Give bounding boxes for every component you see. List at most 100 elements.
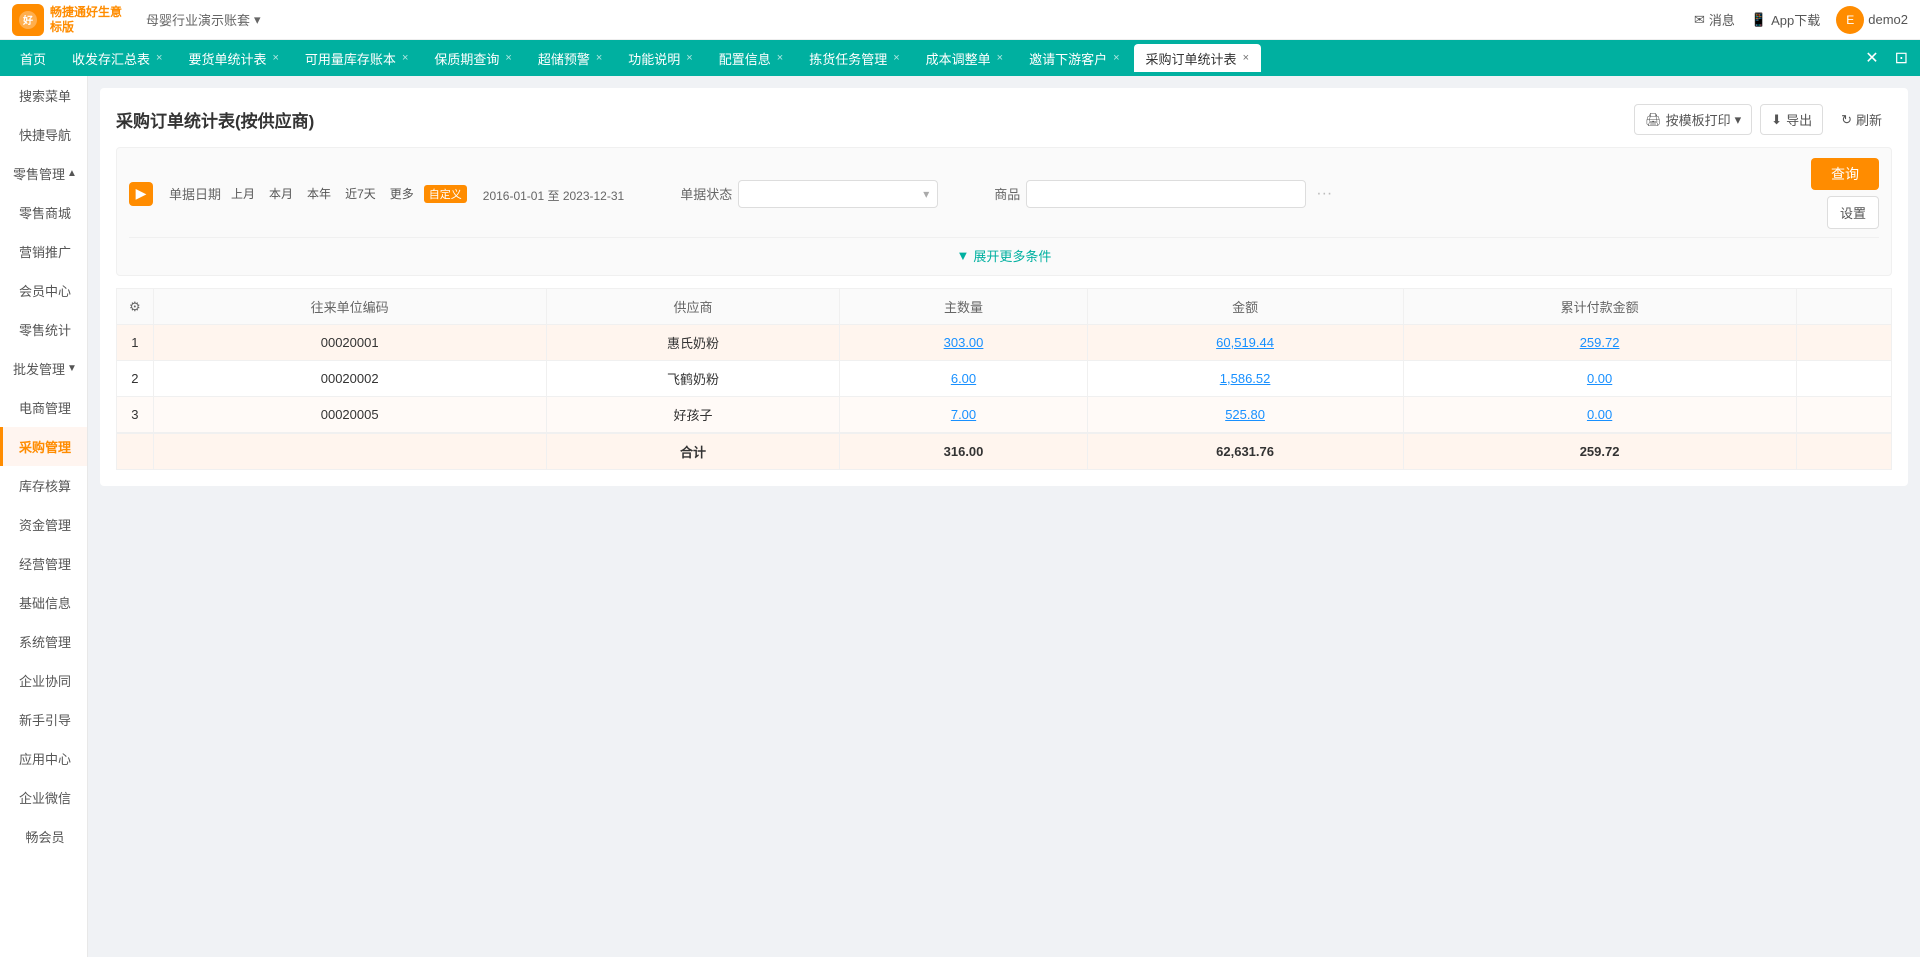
tab-active[interactable]: 采购订单统计表 × — [1134, 44, 1261, 72]
close-icon[interactable]: × — [997, 52, 1003, 64]
sidebar-item-search[interactable]: 搜索菜单 — [0, 76, 87, 115]
row-index-2: 2 — [117, 361, 154, 397]
tab-10[interactable]: 邀请下游客户 × — [1017, 44, 1131, 72]
message-button[interactable]: ✉ 消息 — [1694, 10, 1735, 29]
sidebar-item-marketing[interactable]: 营销推广 — [0, 232, 87, 271]
row-extra-2 — [1796, 361, 1891, 397]
th-code: 往来单位编码 — [153, 289, 546, 325]
filter-collapse-button[interactable]: ▶ — [129, 182, 153, 206]
sidebar-item-wechat-work[interactable]: 企业微信 — [0, 778, 87, 817]
close-icon[interactable]: × — [272, 52, 278, 64]
layout: 搜索菜单 快捷导航 零售管理 ▲ 零售商城 营销推广 会员中心 零售统计 批发管… — [0, 76, 1920, 957]
user-area[interactable]: E demo2 — [1836, 6, 1908, 34]
page-title: 采购订单统计表(按供应商) — [116, 107, 314, 132]
row-qty-2[interactable]: 6.00 — [951, 371, 976, 386]
sidebar-item-wholesale[interactable]: 批发管理 ▼ — [0, 349, 87, 388]
app-download-button[interactable]: 📱 App下载 — [1751, 10, 1820, 29]
close-icon[interactable]: × — [402, 52, 408, 64]
svg-text:好: 好 — [22, 14, 33, 27]
close-icon[interactable]: × — [156, 52, 162, 64]
sidebar-item-enterprise[interactable]: 企业协同 — [0, 661, 87, 700]
tab-4[interactable]: 保质期查询 × — [422, 44, 523, 72]
th-extra — [1796, 289, 1891, 325]
row-amount-3[interactable]: 525.80 — [1225, 407, 1265, 422]
row-paid-3[interactable]: 0.00 — [1587, 407, 1612, 422]
row-paid-2[interactable]: 0.00 — [1587, 371, 1612, 386]
row-extra-1 — [1796, 325, 1891, 361]
tab-home[interactable]: 首页 — [8, 44, 58, 72]
table-row: 2 00020002 飞鹤奶粉 6.00 1,586.52 0.00 — [117, 361, 1892, 397]
date-btn-last-month[interactable]: 上月 — [227, 184, 259, 203]
chevron-down-icon: ▾ — [254, 12, 261, 28]
sidebar-item-membership[interactable]: 畅会员 — [0, 817, 87, 856]
sidebar-item-member[interactable]: 会员中心 — [0, 271, 87, 310]
refresh-button[interactable]: ↻ 刷新 — [1831, 105, 1892, 134]
tab-1[interactable]: 收发存汇总表 × — [60, 44, 174, 72]
sidebar-item-system[interactable]: 系统管理 — [0, 622, 87, 661]
row-qty-3[interactable]: 7.00 — [951, 407, 976, 422]
date-btn-7days[interactable]: 近7天 — [341, 184, 380, 203]
chevron-down-icon: ▼ — [957, 248, 970, 263]
workspace-select[interactable]: 母婴行业演示账套 ▾ — [146, 10, 261, 29]
tab-9[interactable]: 成本调整单 × — [914, 44, 1015, 72]
close-icon[interactable]: × — [686, 52, 692, 64]
row-amount-2[interactable]: 1,586.52 — [1220, 371, 1271, 386]
footer-empty-2 — [153, 433, 546, 470]
settings-button[interactable]: 设置 — [1827, 196, 1879, 229]
tab-8[interactable]: 拣货任务管理 × — [797, 44, 911, 72]
nav-restore-button[interactable]: ⊡ — [1891, 46, 1912, 70]
status-select[interactable]: ▾ — [738, 180, 938, 208]
sidebar-item-retail-mgmt[interactable]: 零售管理 ▲ — [0, 154, 87, 193]
date-btn-this-month[interactable]: 本月 — [265, 184, 297, 203]
sidebar-item-shortcuts[interactable]: 快捷导航 — [0, 115, 87, 154]
close-icon[interactable]: × — [505, 52, 511, 64]
close-icon[interactable]: × — [777, 52, 783, 64]
sidebar-item-purchase[interactable]: 采购管理 — [0, 427, 87, 466]
row-index-1: 1 — [117, 325, 154, 361]
expand-filter-button[interactable]: ▼ 展开更多条件 — [957, 246, 1052, 265]
table-row: 3 00020005 好孩子 7.00 525.80 0.00 — [117, 397, 1892, 434]
filter-goods-item: 商品 ··· — [994, 180, 1332, 208]
sidebar-item-guide[interactable]: 新手引导 — [0, 700, 87, 739]
row-paid-1[interactable]: 259.72 — [1580, 335, 1620, 350]
close-icon[interactable]: × — [596, 52, 602, 64]
row-code-1: 00020001 — [153, 325, 546, 361]
tab-7[interactable]: 配置信息 × — [707, 44, 795, 72]
th-settings[interactable]: ⚙ — [117, 289, 154, 325]
tab-3[interactable]: 可用量库存账本 × — [293, 44, 420, 72]
footer-extra — [1796, 433, 1891, 470]
sidebar-item-retail-stats[interactable]: 零售统计 — [0, 310, 87, 349]
row-amount-1[interactable]: 60,519.44 — [1216, 335, 1274, 350]
date-shortcuts: 上月 本月 本年 近7天 更多 自定义 — [227, 184, 467, 203]
sidebar-item-operation[interactable]: 经营管理 — [0, 544, 87, 583]
close-icon[interactable]: × — [893, 52, 899, 64]
sidebar-item-inventory[interactable]: 库存核算 — [0, 466, 87, 505]
th-qty: 主数量 — [840, 289, 1087, 325]
row-extra-3 — [1796, 397, 1891, 434]
date-btn-this-year[interactable]: 本年 — [303, 184, 335, 203]
more-options-icon[interactable]: ··· — [1316, 185, 1332, 203]
close-icon[interactable]: × — [1243, 52, 1249, 64]
date-btn-more[interactable]: 更多 — [386, 184, 418, 203]
chevron-down-icon: ▾ — [1735, 112, 1742, 128]
row-qty-1[interactable]: 303.00 — [944, 335, 984, 350]
close-icon[interactable]: × — [1113, 52, 1119, 64]
tab-6[interactable]: 功能说明 × — [616, 44, 704, 72]
sidebar-item-finance[interactable]: 资金管理 — [0, 505, 87, 544]
print-button[interactable]: 🖨 按模板打印 ▾ — [1634, 104, 1752, 135]
sidebar-item-basic-info[interactable]: 基础信息 — [0, 583, 87, 622]
tab-2[interactable]: 要货单统计表 × — [176, 44, 290, 72]
nav-close-button[interactable]: ✕ — [1861, 46, 1882, 70]
tab-5[interactable]: 超储预警 × — [526, 44, 614, 72]
sidebar-item-ecommerce[interactable]: 电商管理 — [0, 388, 87, 427]
chevron-down-icon: ▾ — [923, 187, 929, 201]
logo-icon: 好 — [12, 4, 44, 36]
search-button[interactable]: 查询 — [1811, 158, 1879, 190]
export-button[interactable]: ⬇ 导出 — [1760, 104, 1823, 135]
sidebar-item-app-center[interactable]: 应用中心 — [0, 739, 87, 778]
footer-empty-1 — [117, 433, 154, 470]
sidebar-item-retail-mall[interactable]: 零售商城 — [0, 193, 87, 232]
date-label: 单据日期 — [169, 184, 221, 203]
sidebar: 搜索菜单 快捷导航 零售管理 ▲ 零售商城 营销推广 会员中心 零售统计 批发管… — [0, 76, 88, 957]
goods-input[interactable] — [1026, 180, 1306, 208]
